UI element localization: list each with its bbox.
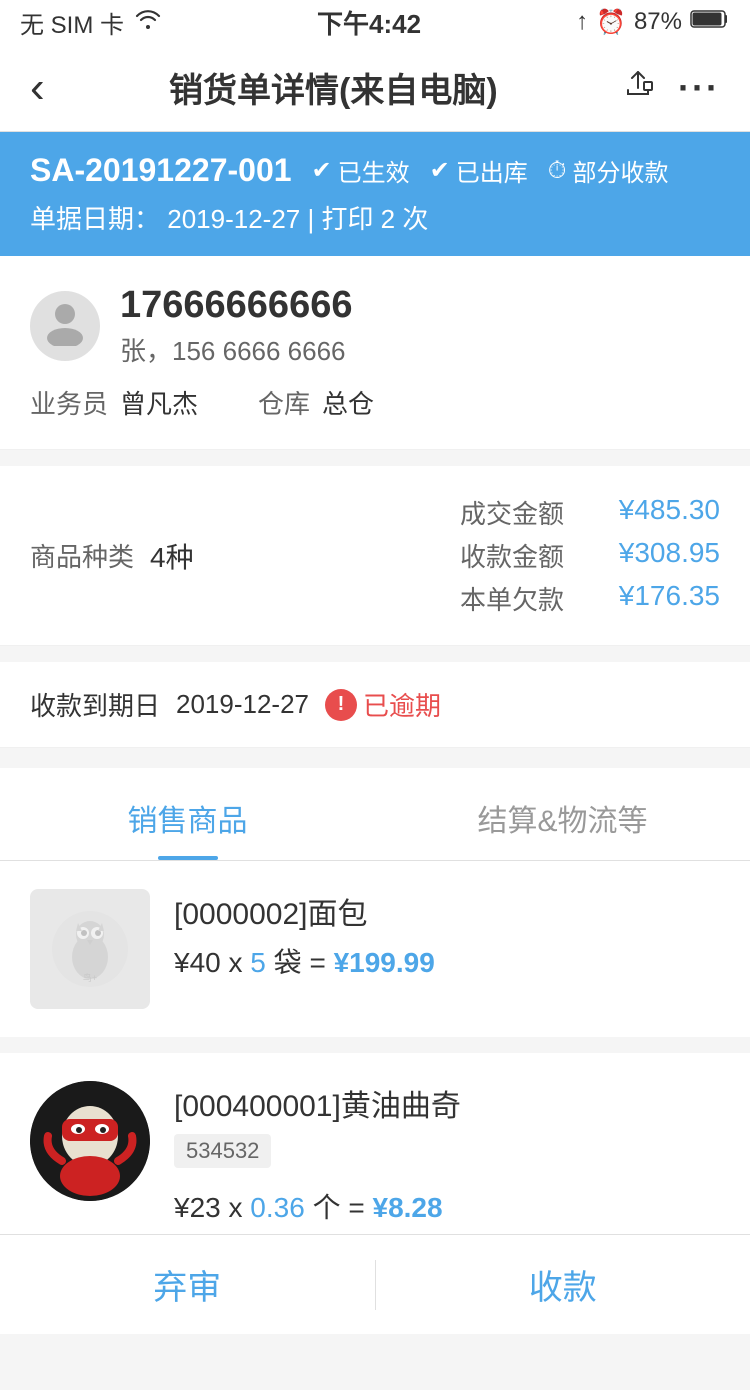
deal-amount-label: 成交金额 [460, 494, 564, 531]
tab-settlement[interactable]: 结算&物流等 [375, 768, 750, 860]
unit-1: 袋 [274, 947, 302, 978]
nav-bar: ‹ 销货单详情(来自电脑) ··· [0, 44, 750, 132]
sales-name: 曾凡杰 [120, 384, 198, 421]
warehouse-name: 总仓 [322, 384, 374, 421]
received-amount-value: ¥308.95 [619, 537, 720, 574]
product-list: 鸟+ [0000002]面包 ¥40 x 5 袋 = ¥199.99 [0, 861, 750, 1254]
share-icon[interactable] [622, 68, 654, 108]
product-thumbnail-1: 鸟+ [30, 889, 150, 1009]
product-price-2: ¥23 x 0.36 个 = ¥8.28 [174, 1186, 720, 1226]
badge-effective: ✔ 已生效 [312, 153, 410, 188]
product-thumbnail-2 [30, 1081, 150, 1201]
nav-right-icons: ··· [622, 67, 720, 109]
check-icon-2: ✔ [430, 156, 450, 185]
overdue-badge: ! 已逾期 [325, 686, 441, 723]
customer-name-phone: 张，156 6666 6666 [120, 331, 352, 368]
avatar-icon [40, 296, 90, 356]
battery-level: 87% [634, 8, 682, 36]
sales-label: 业务员 [30, 384, 108, 421]
badge-partial-payment: ⏱ 部分收款 [548, 153, 669, 188]
date-label: 单据日期： [30, 204, 160, 234]
status-left: 无 SIM 卡 [20, 5, 162, 40]
category-count: 4种 [150, 536, 194, 576]
qty-1: 5 [250, 947, 266, 978]
category-label: 商品种类 [30, 537, 134, 574]
product-name-1: [0000002]面包 [174, 889, 720, 933]
status-time: 下午4:42 [317, 4, 421, 41]
total-1: ¥199.99 [334, 947, 435, 978]
customer-avatar [30, 291, 100, 361]
status-bar: 无 SIM 卡 下午4:42 ↑ ⏰ 87% [0, 0, 750, 44]
order-date-line: 单据日期： 2019-12-27 | 打印 2 次 [30, 199, 720, 236]
unit-2: 个 [313, 1192, 341, 1223]
abandon-review-button[interactable]: 弃审 [0, 1240, 375, 1329]
print-info: | 打印 2 次 [307, 204, 428, 234]
status-right: ↑ ⏰ 87% [576, 8, 730, 37]
customer-section: 17666666666 张，156 6666 6666 业务员 曾凡杰 仓库 总… [0, 256, 750, 450]
alarm-icon: ⏰ [596, 8, 626, 37]
warehouse-label: 仓库 [258, 384, 310, 421]
due-date-label: 收款到期日 [30, 686, 160, 723]
product-price-1: ¥40 x 5 袋 = ¥199.99 [174, 941, 720, 981]
product-name-2: [000400001]黄油曲奇 [174, 1081, 720, 1125]
list-item: 鸟+ [0000002]面包 ¥40 x 5 袋 = ¥199.99 [0, 861, 750, 1037]
collect-payment-button[interactable]: 收款 [376, 1240, 750, 1329]
due-amount-label: 本单欠款 [460, 580, 564, 617]
summary-section: 商品种类 4种 成交金额 ¥485.30 收款金额 ¥308.95 本单欠款 ¥… [0, 466, 750, 646]
due-amount-value: ¥176.35 [619, 580, 720, 617]
product-sku-2: 534532 [174, 1134, 271, 1168]
order-number: SA-20191227-001 [30, 152, 292, 189]
tabs-section: 销售商品 结算&物流等 [0, 768, 750, 861]
received-amount-label: 收款金额 [460, 537, 564, 574]
more-icon[interactable]: ··· [678, 67, 720, 109]
due-date-value: 2019-12-27 [176, 689, 309, 720]
product-info-1: [0000002]面包 ¥40 x 5 袋 = ¥199.99 [174, 889, 720, 981]
svg-text:鸟+: 鸟+ [83, 972, 97, 983]
deal-amount-value: ¥485.30 [619, 494, 720, 531]
page-title: 销货单详情(来自电脑) [169, 63, 498, 112]
tab-products[interactable]: 销售商品 [0, 768, 375, 860]
order-header: SA-20191227-001 ✔ 已生效 ✔ 已出库 ⏱ 部分收款 单据日期：… [0, 132, 750, 256]
bottom-bar: 弃审 收款 [0, 1234, 750, 1334]
overdue-icon: ! [325, 689, 357, 721]
sim-status: 无 SIM 卡 [20, 5, 124, 40]
due-date-section: 收款到期日 2019-12-27 ! 已逾期 [0, 662, 750, 748]
location-icon: ↑ [576, 8, 588, 36]
list-item: [000400001]黄油曲奇 534532 ¥23 x 0.36 个 = ¥8… [0, 1053, 750, 1254]
customer-phone: 17666666666 [120, 284, 352, 327]
price-2: ¥23 [174, 1192, 221, 1223]
clock-icon: ⏱ [548, 157, 567, 185]
price-1: ¥40 [174, 947, 221, 978]
battery-icon [690, 8, 730, 36]
overdue-text: 已逾期 [363, 686, 441, 723]
wifi-icon [134, 8, 162, 36]
back-button[interactable]: ‹ [30, 63, 45, 113]
product-info-2: [000400001]黄油曲奇 534532 ¥23 x 0.36 个 = ¥8… [174, 1081, 720, 1226]
badge-out-stock: ✔ 已出库 [430, 153, 528, 188]
qty-2: 0.36 [250, 1192, 305, 1223]
check-icon-1: ✔ [312, 156, 332, 185]
total-2: ¥8.28 [373, 1192, 443, 1223]
order-date: 2019-12-27 [167, 204, 300, 234]
